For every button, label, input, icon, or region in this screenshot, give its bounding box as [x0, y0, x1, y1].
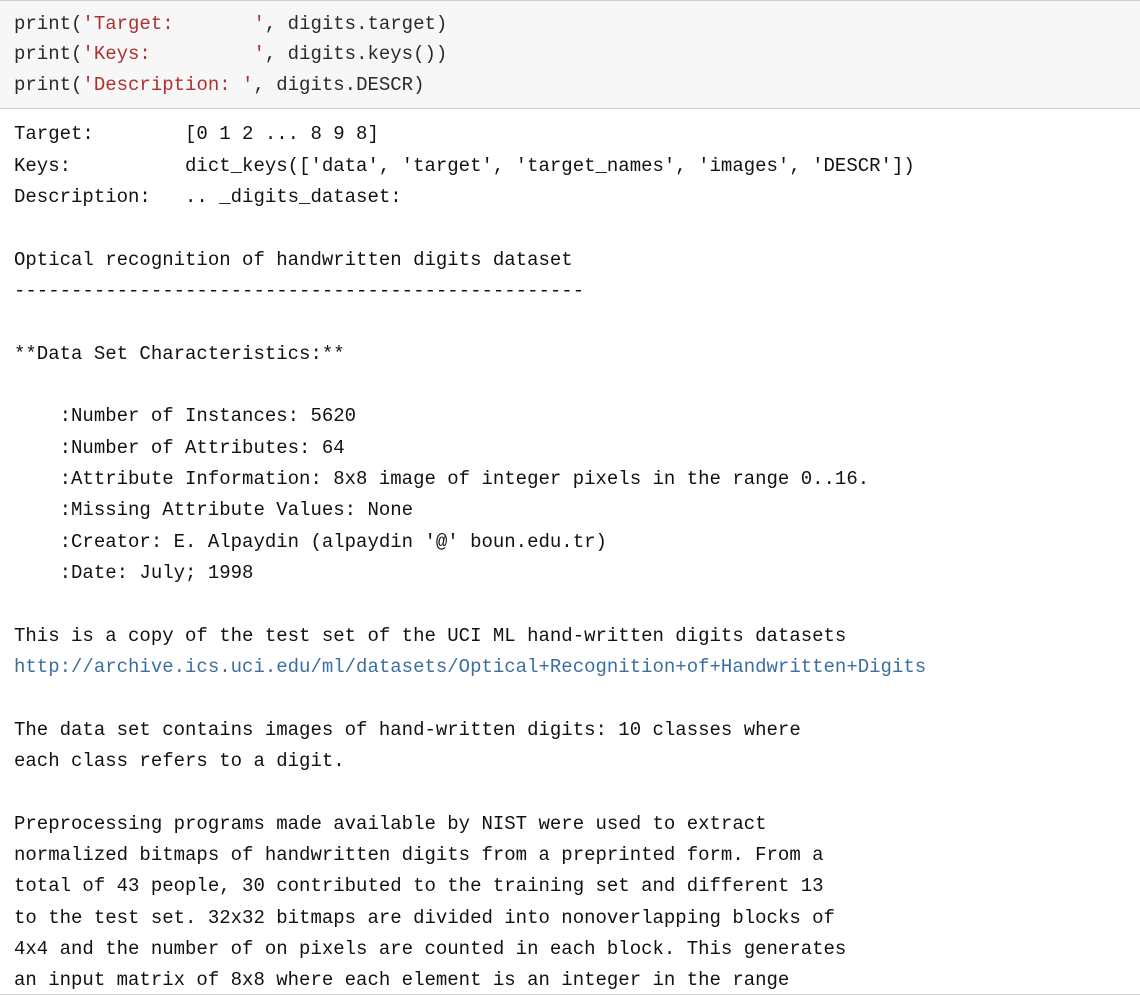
output-para-preproc: Preprocessing programs made available by…: [14, 813, 846, 994]
output-keys-line: Keys: dict_keys(['data', 'target', 'targ…: [14, 155, 915, 177]
output-area: Target: [0 1 2 ... 8 9 8] Keys: dict_key…: [0, 109, 1140, 994]
code-token: print(: [14, 43, 82, 65]
code-input-area[interactable]: print('Target: ', digits.target) print('…: [0, 1, 1140, 109]
output-para-copy: This is a copy of the test set of the UC…: [14, 625, 846, 647]
output-title: Optical recognition of handwritten digit…: [14, 249, 573, 271]
output-char-creator: :Creator: E. Alpaydin (alpaydin '@' boun…: [14, 531, 607, 553]
output-underline: ----------------------------------------…: [14, 280, 584, 302]
output-char-attributes: :Number of Attributes: 64: [14, 437, 345, 459]
code-string: 'Target: ': [82, 13, 264, 35]
output-description-header: Description: .. _digits_dataset:: [14, 186, 402, 208]
code-line-3: print('Description: ', digits.DESCR): [14, 74, 424, 96]
code-token: , digits.target): [265, 13, 447, 35]
notebook-cell: print('Target: ', digits.target) print('…: [0, 0, 1140, 995]
code-string: 'Keys: ': [82, 43, 264, 65]
output-target-line: Target: [0 1 2 ... 8 9 8]: [14, 123, 379, 145]
output-char-missing: :Missing Attribute Values: None: [14, 499, 413, 521]
code-line-2: print('Keys: ', digits.keys()): [14, 43, 447, 65]
output-characteristics-header: **Data Set Characteristics:**: [14, 343, 345, 365]
output-char-date: :Date: July; 1998: [14, 562, 253, 584]
output-dataset-link[interactable]: http://archive.ics.uci.edu/ml/datasets/O…: [14, 656, 926, 678]
code-string: 'Description: ': [82, 74, 253, 96]
code-token: , digits.DESCR): [253, 74, 424, 96]
code-token: , digits.keys()): [265, 43, 447, 65]
code-token: print(: [14, 74, 82, 96]
output-char-instances: :Number of Instances: 5620: [14, 405, 356, 427]
code-token: print(: [14, 13, 82, 35]
output-para-classes: The data set contains images of hand-wri…: [14, 719, 801, 772]
output-char-info: :Attribute Information: 8x8 image of int…: [14, 468, 869, 490]
code-line-1: print('Target: ', digits.target): [14, 13, 447, 35]
